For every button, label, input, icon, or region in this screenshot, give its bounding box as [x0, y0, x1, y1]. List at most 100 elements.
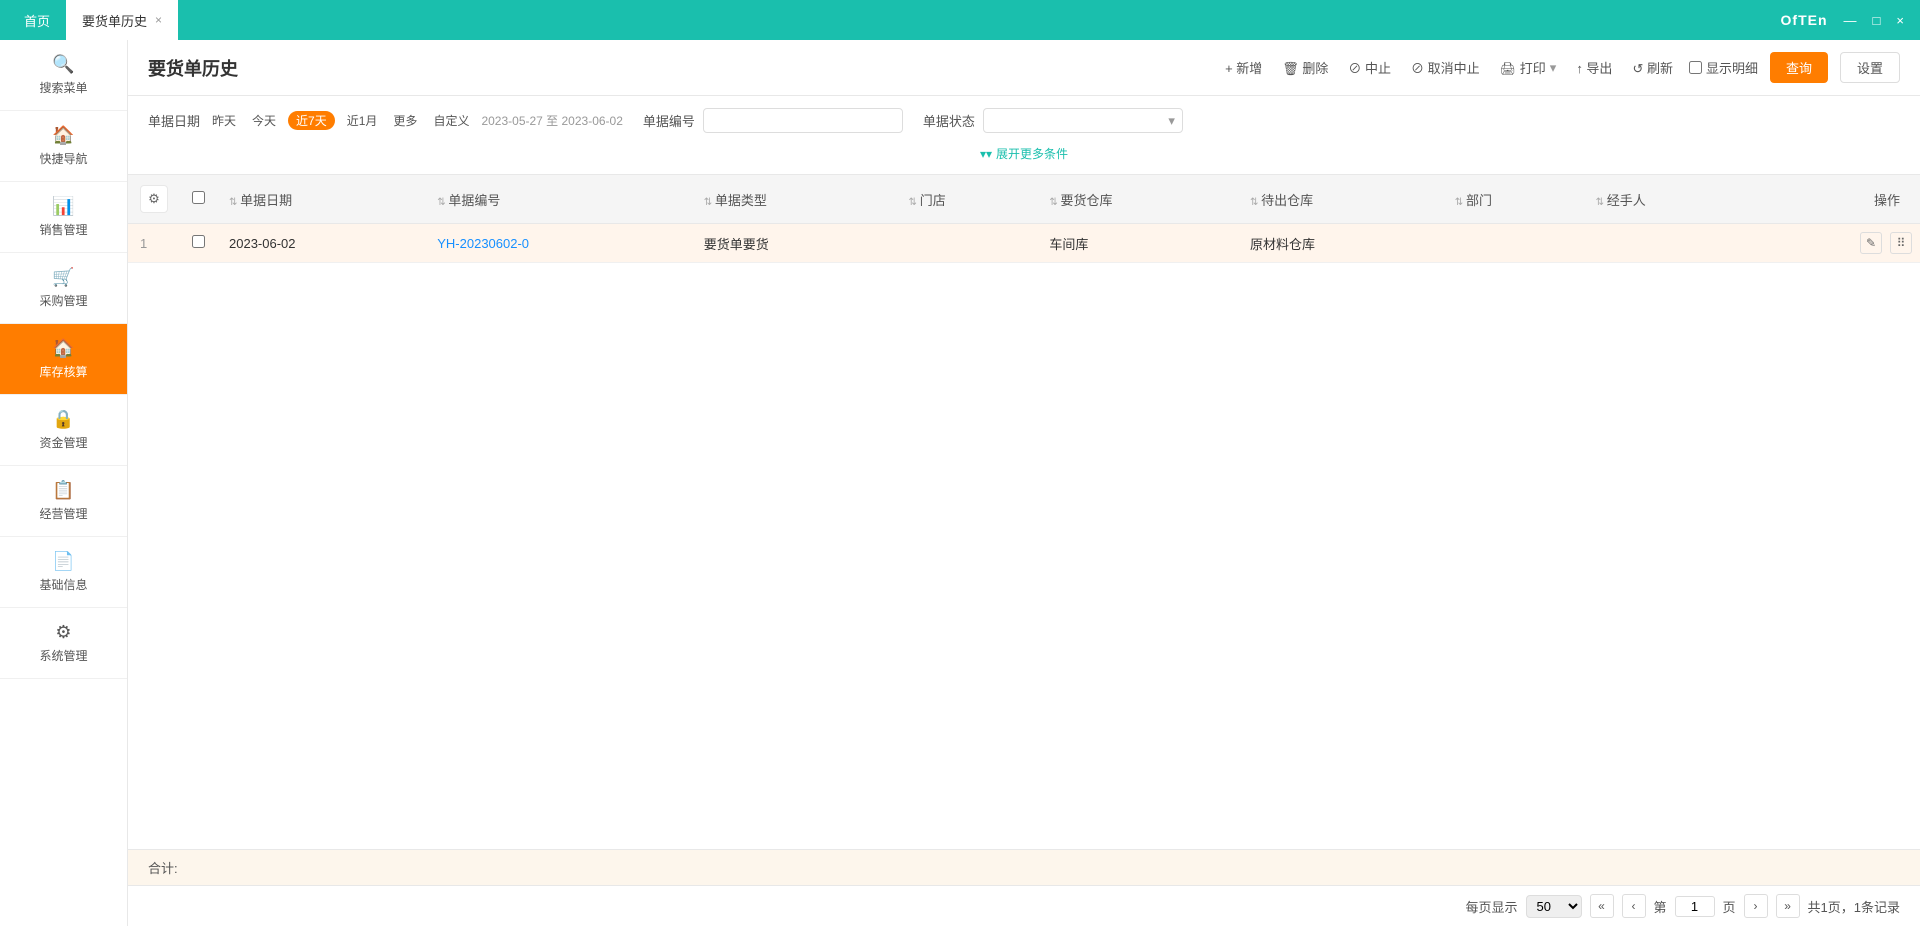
date-label: 单据日期 [148, 111, 200, 130]
page-label-end: 页 [1723, 897, 1736, 916]
first-page-button[interactable]: « [1590, 894, 1614, 918]
th-date[interactable]: 单据日期 [217, 175, 425, 224]
page-number-input[interactable] [1675, 896, 1715, 917]
sidebar-item-nav[interactable]: 🏠 快捷导航 [0, 111, 127, 182]
th-req-warehouse[interactable]: 要货仓库 [1037, 175, 1238, 224]
new-button[interactable]: + 新增 [1221, 56, 1266, 79]
page-label: 第 [1654, 897, 1667, 916]
th-gear: ⚙ [128, 175, 180, 224]
status-label: 单据状态 [923, 111, 975, 130]
stop-button[interactable]: ⊘ 中止 [1344, 56, 1395, 79]
row-edit-icon[interactable]: ✎ [1860, 232, 1882, 254]
row-bill-no[interactable]: YH-20230602-0 [425, 224, 691, 263]
sidebar-item-system[interactable]: ⚙ 系统管理 [0, 608, 127, 679]
finance-icon: 🔒 [52, 409, 74, 430]
th-bill-no[interactable]: 单据编号 [425, 175, 691, 224]
display-detail-checkbox[interactable]: 显示明细 [1689, 58, 1758, 77]
row-req-warehouse: 车间库 [1037, 224, 1238, 263]
date-btn-yesterday[interactable]: 昨天 [208, 111, 240, 130]
table-area: ⚙ 单据日期 单据编号 单据类型 门店 要货仓库 待出仓库 部门 经手人 操 [128, 175, 1920, 849]
sidebar-label-operations: 经营管理 [39, 505, 87, 522]
row-index: 1 [128, 224, 180, 263]
bill-no-label: 单据编号 [643, 111, 695, 130]
page-title: 要货单历史 [148, 55, 1221, 81]
filter-area: 单据日期 昨天 今天 近7天 近1月 更多 自定义 2023-05-27 至 2… [128, 96, 1920, 175]
home-icon: 🏠 [52, 125, 74, 146]
next-page-button[interactable]: › [1744, 894, 1768, 918]
system-icon: ⚙ [55, 622, 71, 643]
total-label: 合计: [148, 858, 178, 877]
print-button[interactable]: 🖨 打印 ▾ [1496, 56, 1561, 79]
bill-no-link[interactable]: YH-20230602-0 [437, 236, 529, 251]
date-btn-7days[interactable]: 近7天 [288, 111, 335, 130]
th-store[interactable]: 门店 [897, 175, 1038, 224]
row-delete-icon[interactable]: ⠿ [1890, 232, 1912, 254]
date-btn-1month[interactable]: 近1月 [343, 111, 382, 130]
last-page-button[interactable]: » [1776, 894, 1800, 918]
date-btn-today[interactable]: 今天 [248, 111, 280, 130]
bill-no-input[interactable] [703, 108, 903, 133]
sidebar-label-nav: 快捷导航 [39, 150, 87, 167]
search-icon: 🔍 [52, 54, 74, 75]
expand-more-btn[interactable]: ▾▾ 展开更多条件 [148, 141, 1900, 166]
brand-logo: OfTEn [1781, 12, 1828, 28]
status-select[interactable] [983, 108, 1183, 133]
date-btn-more[interactable]: 更多 [389, 111, 421, 130]
query-button[interactable]: 查询 [1770, 52, 1828, 83]
refresh-button[interactable]: ↺ 刷新 [1628, 56, 1677, 79]
sidebar-item-finance[interactable]: 🔒 资金管理 [0, 395, 127, 466]
column-settings-button[interactable]: ⚙ [140, 185, 168, 213]
tab-home[interactable]: 首页 [8, 0, 66, 40]
base-info-icon: 📄 [52, 551, 74, 572]
sidebar-item-operations[interactable]: 📋 经营管理 [0, 466, 127, 537]
date-btn-custom[interactable]: 自定义 [429, 111, 473, 130]
sidebar-label-sales: 销售管理 [39, 221, 87, 238]
sidebar-label-purchase: 采购管理 [39, 292, 87, 309]
display-detail-input[interactable] [1689, 61, 1702, 74]
row-pending-warehouse: 原材料仓库 [1238, 224, 1443, 263]
row-checkbox[interactable] [192, 235, 205, 248]
select-all-checkbox[interactable] [192, 191, 205, 204]
row-store [897, 224, 1038, 263]
expand-more-icon: ▾▾ [980, 147, 992, 161]
filter-bill-no: 单据编号 [643, 108, 903, 133]
sidebar-item-sales[interactable]: 📊 销售管理 [0, 182, 127, 253]
tab-active[interactable]: 要货单历史 × [66, 0, 178, 40]
sidebar-item-search[interactable]: 🔍 搜索菜单 [0, 40, 127, 111]
filter-row-1: 单据日期 昨天 今天 近7天 近1月 更多 自定义 2023-05-27 至 2… [148, 108, 1900, 133]
operations-icon: 📋 [52, 480, 74, 501]
display-detail-label: 显示明细 [1706, 58, 1758, 77]
prev-page-button[interactable]: ‹ [1622, 894, 1646, 918]
cancel-stop-button[interactable]: ⊘ 取消中止 [1407, 56, 1484, 79]
page-size-select[interactable]: 50 10 20 100 [1526, 895, 1582, 918]
row-date: 2023-06-02 [217, 224, 425, 263]
row-department [1443, 224, 1584, 263]
th-handler[interactable]: 经手人 [1584, 175, 1755, 224]
sales-icon: 📊 [52, 196, 74, 217]
sidebar-item-inventory[interactable]: 🏠 库存核算 [0, 324, 127, 395]
maximize-icon[interactable]: □ [1873, 13, 1881, 28]
settings-button[interactable]: 设置 [1840, 52, 1900, 83]
th-bill-type[interactable]: 单据类型 [692, 175, 897, 224]
purchase-icon: 🛒 [52, 267, 74, 288]
close-tab-icon[interactable]: × [155, 13, 162, 27]
sidebar-item-purchase[interactable]: 🛒 采购管理 [0, 253, 127, 324]
table-row: 1 2023-06-02 YH-20230602-0 要货单要货 车间库 原材料… [128, 224, 1920, 263]
minimize-icon[interactable]: — [1844, 13, 1857, 28]
delete-button[interactable]: 🗑 删除 [1278, 56, 1332, 79]
th-action: 操作 [1754, 175, 1920, 224]
print-dropdown-icon[interactable]: ▾ [1550, 60, 1557, 76]
th-pending-warehouse[interactable]: 待出仓库 [1238, 175, 1443, 224]
close-window-icon[interactable]: × [1896, 13, 1904, 28]
sidebar-item-base-info[interactable]: 📄 基础信息 [0, 537, 127, 608]
date-shortcuts: 昨天 今天 近7天 近1月 更多 自定义 [208, 111, 473, 130]
th-department[interactable]: 部门 [1443, 175, 1584, 224]
row-actions: ✎ ⠿ [1754, 224, 1920, 263]
pagination-bar: 每页显示 50 10 20 100 « ‹ 第 页 › » 共1页，1条记录 [128, 885, 1920, 926]
inventory-icon: 🏠 [52, 338, 74, 359]
sidebar-label-search: 搜索菜单 [39, 79, 87, 96]
export-button[interactable]: ↑ 导出 [1572, 56, 1616, 79]
top-bar: 首页 要货单历史 × OfTEn — □ × [0, 0, 1920, 40]
toolbar: + 新增 🗑 删除 ⊘ 中止 ⊘ 取消中止 🖨 打印 ▾ ↑ 导出 ↺ 刷新 显… [1221, 52, 1900, 83]
total-info: 共1页，1条记录 [1808, 897, 1900, 916]
